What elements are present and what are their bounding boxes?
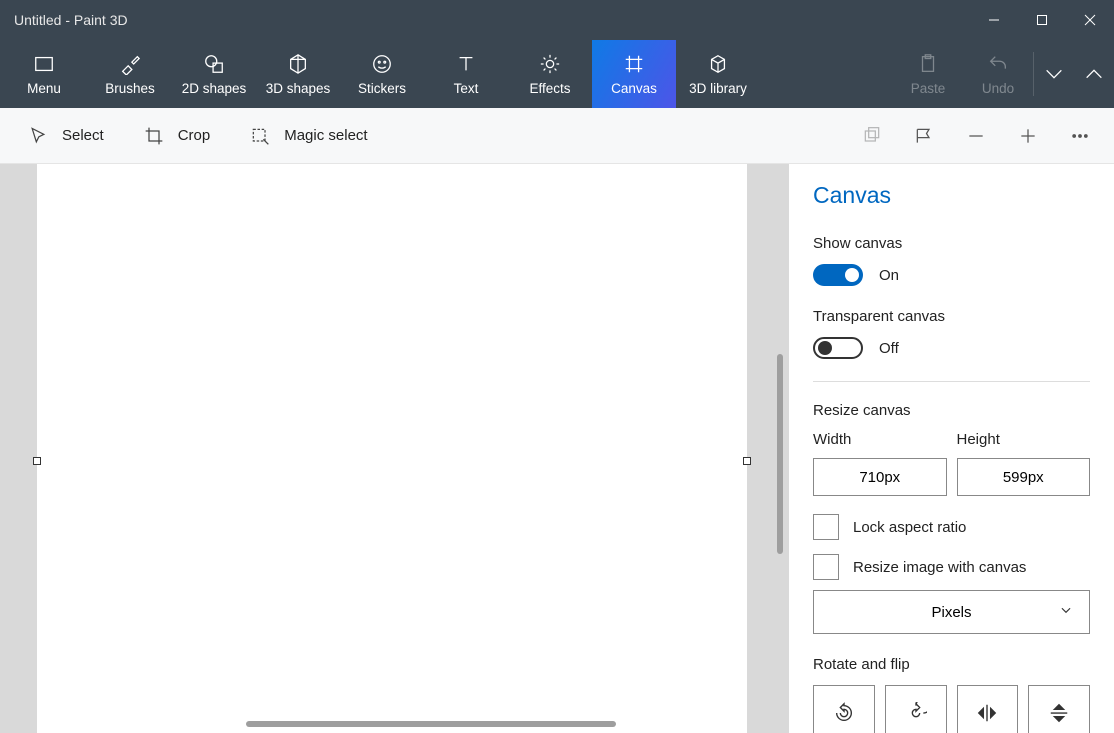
magic-select-tool[interactable]: Magic select [230, 116, 387, 156]
ribbon-effects[interactable]: Effects [508, 40, 592, 108]
ribbon-2d-shapes[interactable]: 2D shapes [172, 40, 256, 108]
ribbon-label: 3D library [689, 81, 747, 96]
collapse-button[interactable] [1074, 40, 1114, 108]
show-canvas-state: On [879, 267, 899, 284]
resize-image-checkbox[interactable] [813, 554, 839, 580]
magic-select-label: Magic select [284, 127, 367, 144]
menu-button[interactable]: Menu [0, 40, 88, 108]
crop-tool[interactable]: Crop [124, 116, 231, 156]
minimize-button[interactable] [970, 0, 1018, 40]
side-panel: Canvas Show canvas On Transparent canvas… [789, 164, 1114, 733]
select-label: Select [62, 127, 104, 144]
transparent-canvas-label: Transparent canvas [813, 308, 1090, 325]
rotate-left-button[interactable] [813, 685, 875, 733]
transparent-canvas-state: Off [879, 340, 899, 357]
history-dropdown[interactable] [1034, 40, 1074, 108]
chevron-down-icon [1059, 603, 1073, 621]
ribbon-brushes[interactable]: Brushes [88, 40, 172, 108]
width-label: Width [813, 431, 947, 448]
transparent-canvas-toggle[interactable] [813, 337, 863, 359]
panel-title: Canvas [813, 182, 1090, 209]
ribbon-label: Effects [529, 81, 570, 96]
show-canvas-toggle[interactable] [813, 264, 863, 286]
ribbon-label: Brushes [105, 81, 155, 96]
rotate-right-button[interactable] [885, 685, 947, 733]
3d-view-icon[interactable] [846, 116, 898, 156]
ribbon-label: Stickers [358, 81, 406, 96]
height-label: Height [957, 431, 1091, 448]
resize-handle-left[interactable] [33, 457, 41, 465]
resize-handle-right[interactable] [743, 457, 751, 465]
ribbon-canvas[interactable]: Canvas [592, 40, 676, 108]
units-value: Pixels [931, 604, 971, 621]
paste-button[interactable]: Paste [893, 40, 963, 108]
units-select[interactable]: Pixels [813, 590, 1090, 634]
undo-label: Undo [982, 81, 1014, 96]
flip-vertical-button[interactable] [1028, 685, 1090, 733]
zoom-out-icon[interactable] [950, 116, 1002, 156]
toolrow: Select Crop Magic select [0, 108, 1114, 164]
main-area: Canvas Show canvas On Transparent canvas… [0, 164, 1114, 733]
flag-icon[interactable] [898, 116, 950, 156]
resize-image-label: Resize image with canvas [853, 559, 1026, 576]
ribbon-stickers[interactable]: Stickers [340, 40, 424, 108]
ribbon-label: 2D shapes [182, 81, 247, 96]
resize-canvas-label: Resize canvas [813, 402, 1090, 419]
divider [813, 381, 1090, 382]
rotate-flip-label: Rotate and flip [813, 656, 1090, 673]
ribbon-text[interactable]: Text [424, 40, 508, 108]
menu-label: Menu [27, 81, 61, 96]
ribbon-3d-library[interactable]: 3D library [676, 40, 760, 108]
lock-aspect-label: Lock aspect ratio [853, 519, 966, 536]
flip-horizontal-button[interactable] [957, 685, 1019, 733]
maximize-button[interactable] [1018, 0, 1066, 40]
ribbon-label: Canvas [611, 81, 657, 96]
horizontal-scrollbar[interactable] [246, 721, 616, 727]
lock-aspect-checkbox[interactable] [813, 514, 839, 540]
select-tool[interactable]: Select [8, 116, 124, 156]
show-canvas-label: Show canvas [813, 235, 1090, 252]
window-controls [970, 0, 1114, 40]
more-icon[interactable] [1054, 116, 1106, 156]
main-ribbon: Menu Brushes 2D shapes 3D shapes Sticker… [0, 40, 1114, 108]
ribbon-label: 3D shapes [266, 81, 331, 96]
canvas-viewport[interactable] [0, 164, 789, 733]
zoom-in-icon[interactable] [1002, 116, 1054, 156]
ribbon-label: Text [454, 81, 479, 96]
vertical-scrollbar[interactable] [777, 354, 783, 554]
crop-label: Crop [178, 127, 211, 144]
ribbon-3d-shapes[interactable]: 3D shapes [256, 40, 340, 108]
height-input[interactable] [957, 458, 1091, 496]
width-input[interactable] [813, 458, 947, 496]
window-title: Untitled - Paint 3D [0, 12, 128, 28]
titlebar: Untitled - Paint 3D [0, 0, 1114, 40]
close-button[interactable] [1066, 0, 1114, 40]
canvas[interactable] [37, 164, 747, 733]
undo-button[interactable]: Undo [963, 40, 1033, 108]
paste-label: Paste [911, 81, 946, 96]
